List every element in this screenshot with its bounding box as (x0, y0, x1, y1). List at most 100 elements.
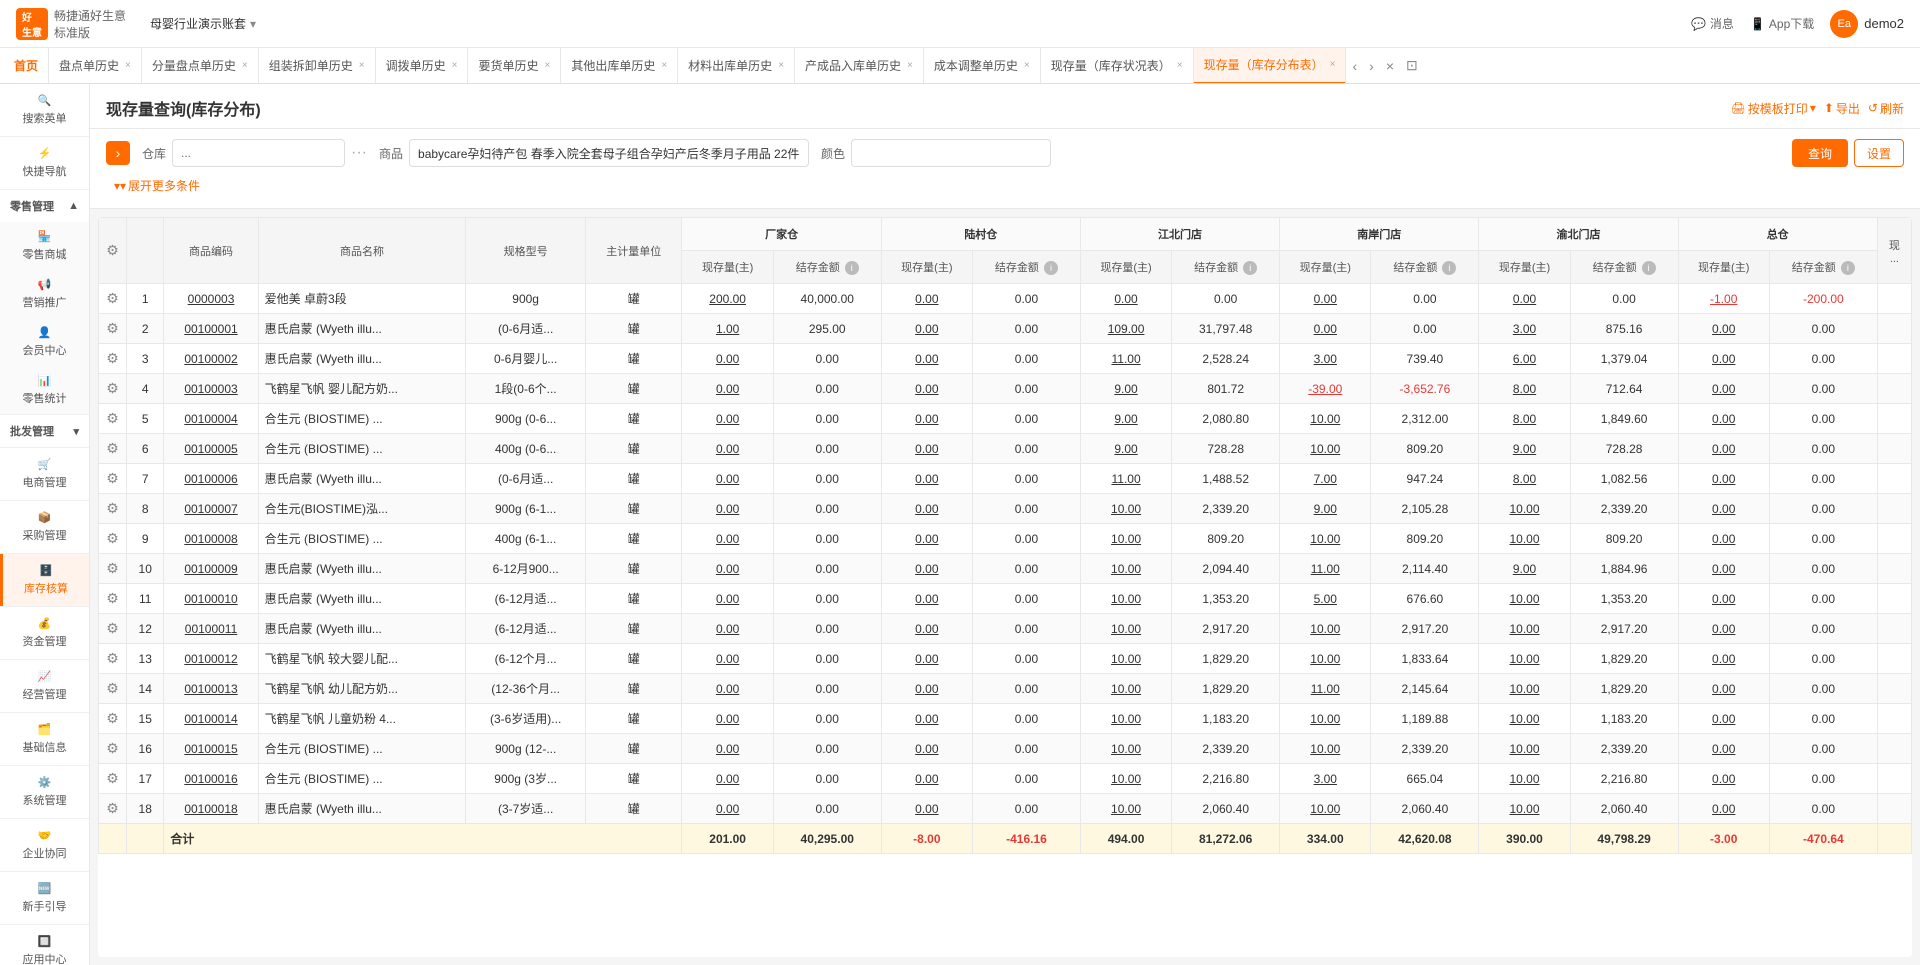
td-jbmd-stock[interactable]: 11.00 (1080, 464, 1171, 494)
td-fcj-stock[interactable]: 1.00 (682, 314, 773, 344)
td-code[interactable]: 00100016 (164, 764, 258, 794)
tab-purchase-close[interactable]: × (544, 60, 550, 71)
sidebar-item-retail-shop[interactable]: 🏪 零售商城 (0, 222, 89, 270)
td-jbmd-stock[interactable]: 11.00 (1080, 344, 1171, 374)
td-lcj-stock[interactable]: 0.00 (881, 644, 972, 674)
td-namd-stock[interactable]: 10.00 (1280, 404, 1371, 434)
td-ybmd-stock[interactable]: 9.00 (1479, 554, 1570, 584)
td-gear[interactable]: ⚙ (99, 314, 127, 344)
td-lcj-stock[interactable]: 0.00 (881, 704, 972, 734)
sidebar-item-inventory[interactable]: 🗄️ 库存核算 (0, 554, 89, 606)
tab-expand-btn[interactable]: ⊡ (1400, 57, 1424, 74)
info-icon-2[interactable]: i (1044, 261, 1058, 275)
message-btn[interactable]: 💬 消息 (1691, 15, 1734, 32)
td-ybmd-stock[interactable]: 8.00 (1479, 374, 1570, 404)
tab-home[interactable]: 首页 (4, 48, 49, 84)
td-namd-stock[interactable]: 10.00 (1280, 614, 1371, 644)
td-jbmd-stock[interactable]: 10.00 (1080, 554, 1171, 584)
td-jbmd-stock[interactable]: 10.00 (1080, 614, 1171, 644)
tab-materialout-close[interactable]: × (778, 60, 784, 71)
sidebar-item-apps[interactable]: 🔲 应用中心 (0, 925, 89, 965)
td-gear[interactable]: ⚙ (99, 734, 127, 764)
td-jbmd-stock[interactable]: 9.00 (1080, 404, 1171, 434)
td-fcj-stock[interactable]: 0.00 (682, 764, 773, 794)
td-gear[interactable]: ⚙ (99, 464, 127, 494)
td-lcj-stock[interactable]: 0.00 (881, 554, 972, 584)
row-settings-icon[interactable]: ⚙ (106, 560, 119, 576)
td-ybmd-stock[interactable]: 0.00 (1479, 284, 1570, 314)
td-zc-stock[interactable]: 0.00 (1678, 644, 1769, 674)
goods-input[interactable] (409, 139, 809, 167)
td-namd-stock[interactable]: 10.00 (1280, 434, 1371, 464)
td-zc-stock[interactable]: -1.00 (1678, 284, 1769, 314)
td-zc-stock[interactable]: 0.00 (1678, 584, 1769, 614)
td-zc-stock[interactable]: 0.00 (1678, 734, 1769, 764)
td-gear[interactable]: ⚙ (99, 284, 127, 314)
td-namd-stock[interactable]: 3.00 (1280, 764, 1371, 794)
td-namd-stock[interactable]: 0.00 (1280, 314, 1371, 344)
td-zc-stock[interactable]: 0.00 (1678, 314, 1769, 344)
info-icon-1[interactable]: i (845, 261, 859, 275)
tab-stocktake[interactable]: 盘点单历史 × (49, 48, 142, 84)
sidebar-group-wholesale[interactable]: 批发管理 ▾ (0, 415, 89, 447)
sidebar-item-basics[interactable]: 🗂️ 基础信息 (0, 713, 89, 765)
td-lcj-stock[interactable]: 0.00 (881, 464, 972, 494)
td-fcj-stock[interactable]: 0.00 (682, 404, 773, 434)
row-settings-icon[interactable]: ⚙ (106, 800, 119, 816)
tab-splitstocktake[interactable]: 分量盘点单历史 × (142, 48, 259, 84)
td-fcj-stock[interactable]: 0.00 (682, 344, 773, 374)
td-code[interactable]: 00100001 (164, 314, 258, 344)
td-namd-stock[interactable]: 10.00 (1280, 794, 1371, 824)
td-fcj-stock[interactable]: 0.00 (682, 614, 773, 644)
sidebar-item-ops[interactable]: 📈 经营管理 (0, 660, 89, 712)
td-ybmd-stock[interactable]: 6.00 (1479, 344, 1570, 374)
td-ybmd-stock[interactable]: 3.00 (1479, 314, 1570, 344)
td-lcj-stock[interactable]: 0.00 (881, 794, 972, 824)
td-code[interactable]: 00100002 (164, 344, 258, 374)
td-jbmd-stock[interactable]: 10.00 (1080, 674, 1171, 704)
td-ybmd-stock[interactable]: 10.00 (1479, 794, 1570, 824)
td-zc-stock[interactable]: 0.00 (1678, 374, 1769, 404)
td-code[interactable]: 00100013 (164, 674, 258, 704)
tab-stock-dist[interactable]: 现存量（库存分布表） × (1194, 48, 1347, 84)
tab-costadjust-close[interactable]: × (1024, 60, 1030, 71)
td-fcj-stock[interactable]: 0.00 (682, 554, 773, 584)
color-input[interactable] (851, 139, 1051, 167)
td-zc-stock[interactable]: 0.00 (1678, 674, 1769, 704)
td-lcj-stock[interactable]: 0.00 (881, 674, 972, 704)
info-icon-5[interactable]: i (1642, 261, 1656, 275)
tab-splitstocktake-close[interactable]: × (242, 60, 248, 71)
td-ybmd-stock[interactable]: 10.00 (1479, 614, 1570, 644)
td-zc-stock[interactable]: 0.00 (1678, 464, 1769, 494)
tab-prev-btn[interactable]: ‹ (1346, 58, 1363, 74)
td-code[interactable]: 00100008 (164, 524, 258, 554)
td-zc-stock[interactable]: 0.00 (1678, 404, 1769, 434)
td-fcj-stock[interactable]: 0.00 (682, 434, 773, 464)
row-settings-icon[interactable]: ⚙ (106, 680, 119, 696)
print-btn[interactable]: 🖨 按模板打印 ▾ (1731, 100, 1816, 117)
tab-stock-status-close[interactable]: × (1177, 60, 1183, 71)
td-lcj-stock[interactable]: 0.00 (881, 434, 972, 464)
td-namd-stock[interactable]: 3.00 (1280, 344, 1371, 374)
td-ybmd-stock[interactable]: 10.00 (1479, 764, 1570, 794)
td-zc-stock[interactable]: 0.00 (1678, 764, 1769, 794)
td-fcj-stock[interactable]: 0.00 (682, 374, 773, 404)
company-selector[interactable]: 母婴行业演示账套 ▾ (150, 15, 256, 32)
chevron-down-icon[interactable]: ▾ (250, 17, 256, 31)
td-jbmd-stock[interactable]: 10.00 (1080, 584, 1171, 614)
td-code[interactable]: 00100007 (164, 494, 258, 524)
row-settings-icon[interactable]: ⚙ (106, 590, 119, 606)
td-gear[interactable]: ⚙ (99, 794, 127, 824)
tab-close-all-btn[interactable]: × (1380, 58, 1400, 74)
tab-assembledetach-close[interactable]: × (359, 60, 365, 71)
td-fcj-stock[interactable]: 0.00 (682, 794, 773, 824)
sidebar-item-search[interactable]: 🔍 搜索英单 (0, 84, 89, 136)
td-ybmd-stock[interactable]: 10.00 (1479, 494, 1570, 524)
td-fcj-stock[interactable]: 0.00 (682, 584, 773, 614)
sidebar-item-guide[interactable]: 🆕 新手引导 (0, 872, 89, 924)
tab-stock-dist-close[interactable]: × (1330, 59, 1336, 70)
td-fcj-stock[interactable]: 0.00 (682, 464, 773, 494)
td-gear[interactable]: ⚙ (99, 644, 127, 674)
td-gear[interactable]: ⚙ (99, 704, 127, 734)
td-fcj-stock[interactable]: 0.00 (682, 704, 773, 734)
